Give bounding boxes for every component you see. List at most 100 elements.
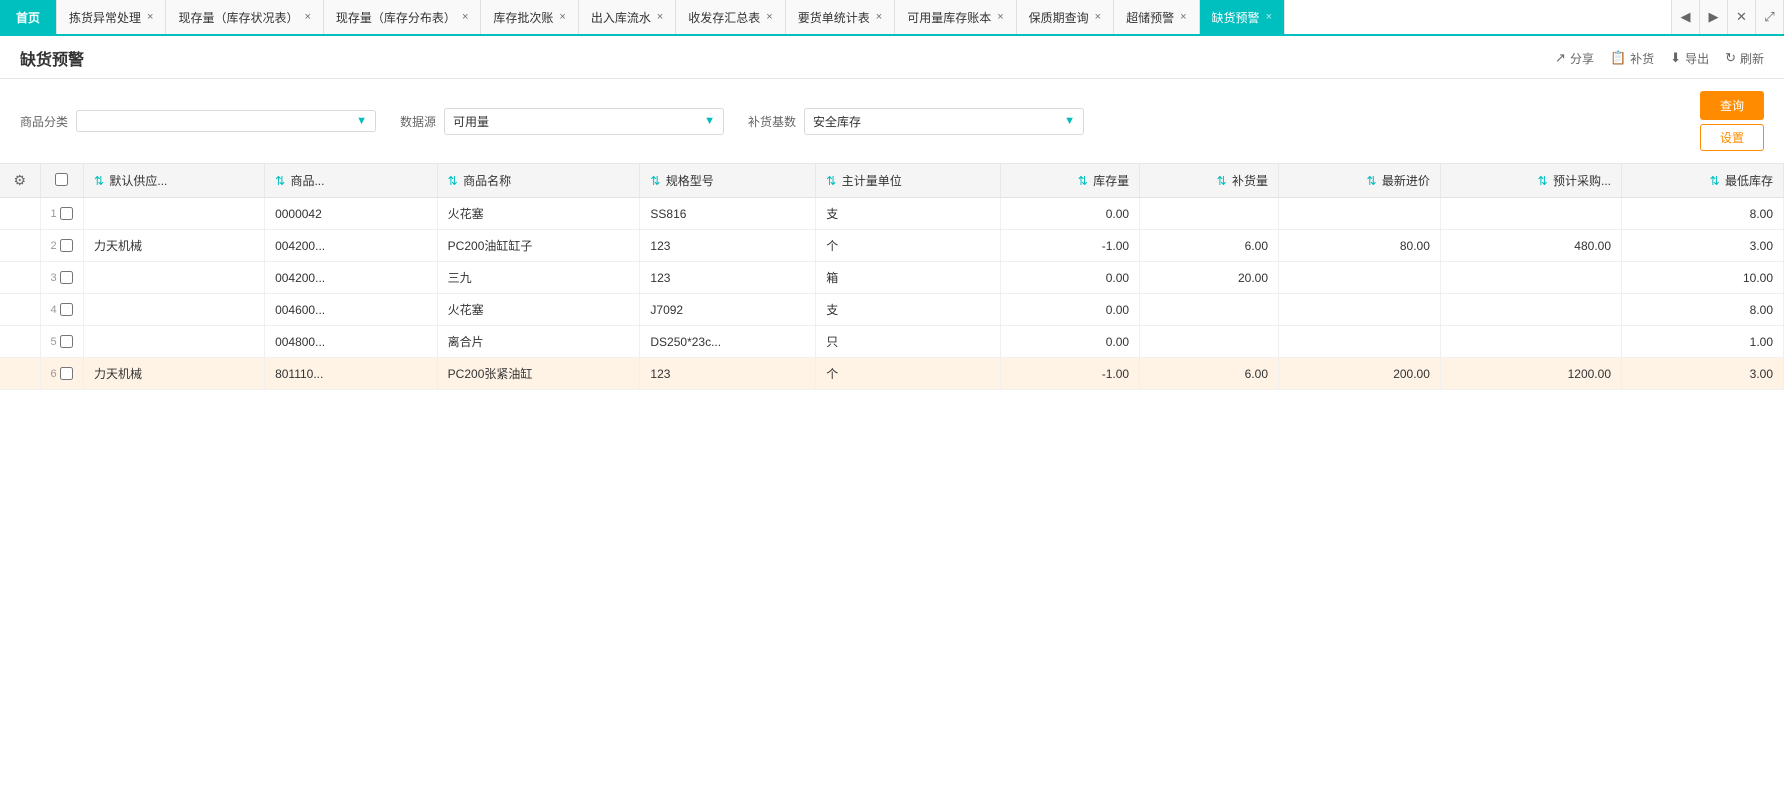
row-spec-5: 123 <box>640 358 816 390</box>
sort-icon-supplier: ⇅ <box>94 174 104 188</box>
row-unit-5: 个 <box>816 358 1001 390</box>
row-checkbox-cell-1: 2 <box>40 230 83 262</box>
col-header-replenish[interactable]: ⇅ 补货量 <box>1140 164 1279 198</box>
row-stock-3: 0.00 <box>1001 294 1140 326</box>
export-label: 导出 <box>1685 50 1709 67</box>
table-row: 4 004600... 火花塞 J7092 支 0.00 8.00 <box>0 294 1784 326</box>
tab-available-ledger[interactable]: 可用量库存账本 × <box>895 0 1016 35</box>
col-header-stock[interactable]: ⇅ 库存量 <box>1001 164 1140 198</box>
row-supplier-3 <box>83 294 264 326</box>
row-estimated-3 <box>1440 294 1621 326</box>
col-header-supplier[interactable]: ⇅ 默认供应... <box>83 164 264 198</box>
row-checkbox-0[interactable] <box>60 207 73 220</box>
col-header-unit[interactable]: ⇅ 主计量单位 <box>816 164 1001 198</box>
share-button[interactable]: ↗ 分享 <box>1555 50 1594 67</box>
tab-expiry-label: 保质期查询 <box>1029 9 1089 26</box>
row-min-stock-2: 10.00 <box>1622 262 1784 294</box>
replenish-label: 补货 <box>1630 50 1654 67</box>
row-stock-2: 0.00 <box>1001 262 1140 294</box>
row-replenish-5: 6.00 <box>1140 358 1279 390</box>
category-select-arrow: ▼ <box>356 115 367 127</box>
tab-batch-account[interactable]: 库存批次账 × <box>481 0 578 35</box>
row-replenish-1: 6.00 <box>1140 230 1279 262</box>
row-name-5: PC200张紧油缸 <box>437 358 640 390</box>
tab-home[interactable]: 首页 <box>0 0 57 35</box>
tab-overstock[interactable]: 超储预警 × <box>1114 0 1199 35</box>
row-checkbox-2[interactable] <box>60 271 73 284</box>
table-row: 5 004800... 离合片 DS250*23c... 只 0.00 1.00 <box>0 326 1784 358</box>
tab-overstock-close[interactable]: × <box>1180 11 1186 23</box>
datasource-select-arrow: ▼ <box>704 115 715 127</box>
col-header-min-stock[interactable]: ⇅ 最低库存 <box>1622 164 1784 198</box>
tab-inventory-dist[interactable]: 现存量（库存分布表） × <box>324 0 481 35</box>
col-header-code[interactable]: ⇅ 商品... <box>265 164 438 198</box>
tab-next-button[interactable]: ▶ <box>1700 0 1728 35</box>
tab-overstock-label: 超储预警 <box>1126 9 1174 26</box>
row-price-1: 80.00 <box>1279 230 1441 262</box>
replenish-base-select-arrow: ▼ <box>1064 115 1075 127</box>
tab-prev-button[interactable]: ◀ <box>1672 0 1700 35</box>
page-title: 缺货预警 <box>20 46 84 70</box>
settings-gear-icon[interactable]: ⚙ <box>13 172 26 188</box>
tab-receipt-summary-close[interactable]: × <box>766 11 772 23</box>
row-estimated-0 <box>1440 198 1621 230</box>
row-checkbox-1[interactable] <box>60 239 73 252</box>
row-min-stock-3: 8.00 <box>1622 294 1784 326</box>
refresh-button[interactable]: ↻ 刷新 <box>1725 50 1764 67</box>
row-min-stock-0: 8.00 <box>1622 198 1784 230</box>
tab-expand-button[interactable]: ⤢ <box>1756 0 1784 35</box>
tab-available-ledger-label: 可用量库存账本 <box>907 9 991 26</box>
tab-inventory-dist-label: 现存量（库存分布表） <box>336 9 456 26</box>
tab-close-all-button[interactable]: ✕ <box>1728 0 1756 35</box>
row-checkbox-5[interactable] <box>60 367 73 380</box>
tab-demand-stats-close[interactable]: × <box>876 11 882 23</box>
tab-inout-flow-close[interactable]: × <box>657 11 663 23</box>
row-settings-1 <box>0 230 40 262</box>
query-button[interactable]: 查询 <box>1700 91 1764 120</box>
row-price-2 <box>1279 262 1441 294</box>
settings-button[interactable]: 设置 <box>1700 124 1764 151</box>
row-checkbox-3[interactable] <box>60 303 73 316</box>
export-button[interactable]: ⬇ 导出 <box>1670 50 1709 67</box>
row-checkbox-cell-0: 1 <box>40 198 83 230</box>
row-supplier-1: 力天机械 <box>83 230 264 262</box>
row-name-4: 离合片 <box>437 326 640 358</box>
row-name-0: 火花塞 <box>437 198 640 230</box>
tab-inventory-status[interactable]: 现存量（库存状况表） × <box>166 0 323 35</box>
replenish-button[interactable]: 📋 补货 <box>1610 50 1654 67</box>
tab-shortage[interactable]: 缺货预警 × <box>1200 0 1285 35</box>
row-unit-1: 个 <box>816 230 1001 262</box>
tab-inventory-dist-close[interactable]: × <box>462 11 468 23</box>
row-checkbox-4[interactable] <box>60 335 73 348</box>
tab-demand-stats-label: 要货单统计表 <box>798 9 870 26</box>
row-spec-4: DS250*23c... <box>640 326 816 358</box>
tab-abnormal[interactable]: 拣货异常处理 × <box>57 0 166 35</box>
replenish-base-select-value: 安全库存 <box>813 113 861 130</box>
tab-expiry[interactable]: 保质期查询 × <box>1017 0 1114 35</box>
row-estimated-2 <box>1440 262 1621 294</box>
tab-expiry-close[interactable]: × <box>1095 11 1101 23</box>
row-code-4: 004800... <box>265 326 438 358</box>
col-header-checkbox[interactable] <box>40 164 83 198</box>
tab-available-ledger-close[interactable]: × <box>997 11 1003 23</box>
datasource-select[interactable]: 可用量 ▼ <box>444 108 724 135</box>
tab-inout-flow[interactable]: 出入库流水 × <box>579 0 676 35</box>
tab-receipt-summary[interactable]: 收发存汇总表 × <box>676 0 785 35</box>
tab-inventory-status-close[interactable]: × <box>304 11 310 23</box>
col-header-name[interactable]: ⇅ 商品名称 <box>437 164 640 198</box>
data-table-container: ⚙ ⇅ 默认供应... ⇅ 商品... ⇅ 商品名称 <box>0 164 1784 390</box>
col-header-estimated[interactable]: ⇅ 预计采购... <box>1440 164 1621 198</box>
row-price-5: 200.00 <box>1279 358 1441 390</box>
tab-abnormal-close[interactable]: × <box>147 11 153 23</box>
col-header-price[interactable]: ⇅ 最新进价 <box>1279 164 1441 198</box>
select-all-checkbox[interactable] <box>55 173 68 186</box>
col-header-settings[interactable]: ⚙ <box>0 164 40 198</box>
tab-shortage-close[interactable]: × <box>1266 11 1272 23</box>
category-select[interactable]: ▼ <box>76 110 376 132</box>
col-header-spec[interactable]: ⇅ 规格型号 <box>640 164 816 198</box>
tab-batch-account-close[interactable]: × <box>559 11 565 23</box>
replenish-base-select[interactable]: 安全库存 ▼ <box>804 108 1084 135</box>
row-replenish-0 <box>1140 198 1279 230</box>
datasource-filter-label: 数据源 <box>400 113 436 130</box>
tab-demand-stats[interactable]: 要货单统计表 × <box>786 0 895 35</box>
